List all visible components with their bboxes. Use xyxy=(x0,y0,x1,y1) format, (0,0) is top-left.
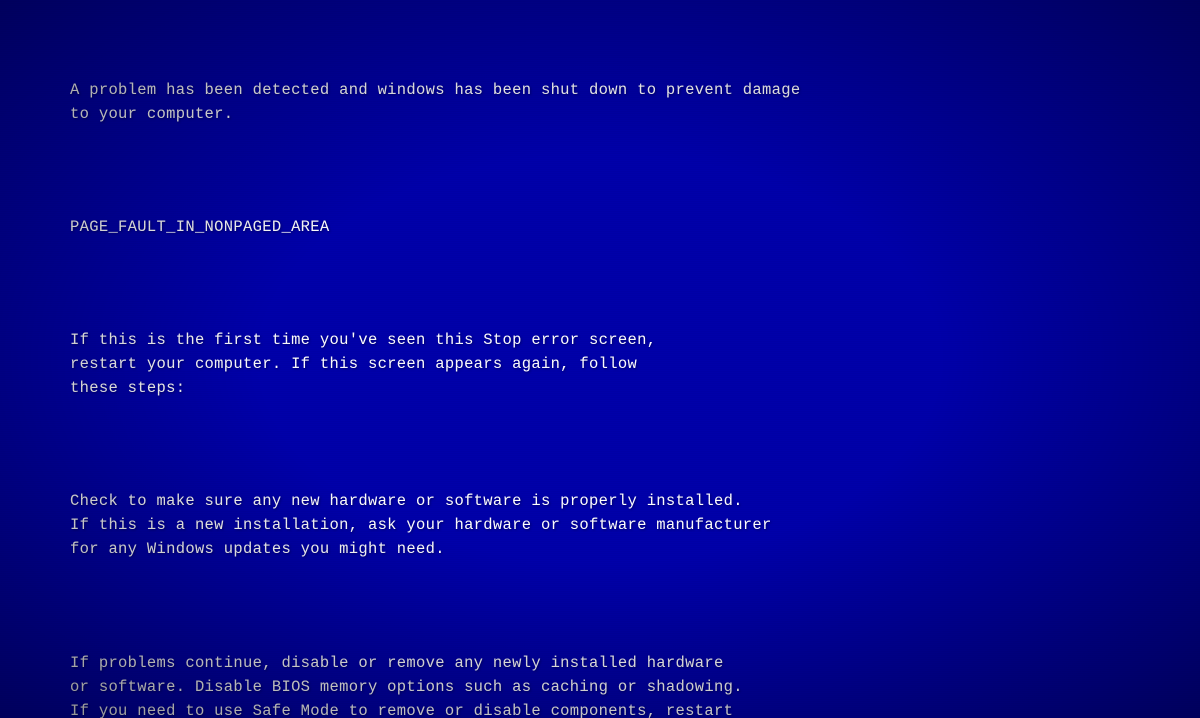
line1: A problem has been detected and windows … xyxy=(70,81,800,99)
para1: If this is the first time you've seen th… xyxy=(70,328,1150,400)
para2: Check to make sure any new hardware or s… xyxy=(70,489,1150,561)
bsod-content: A problem has been detected and windows … xyxy=(70,30,1150,718)
para3-line2: or software. Disable BIOS memory options… xyxy=(70,678,743,696)
para3-line3: If you need to use Safe Mode to remove o… xyxy=(70,702,733,718)
para1-line1: If this is the first time you've seen th… xyxy=(70,331,656,349)
para2-line2: If this is a new installation, ask your … xyxy=(70,516,772,534)
para3-line1: If problems continue, disable or remove … xyxy=(70,654,724,672)
para2-line3: for any Windows updates you might need. xyxy=(70,540,445,558)
para1-line2: restart your computer. If this screen ap… xyxy=(70,355,637,373)
para2-line1: Check to make sure any new hardware or s… xyxy=(70,492,743,510)
header-block: A problem has been detected and windows … xyxy=(70,78,1150,126)
line2: to your computer. xyxy=(70,105,233,123)
error-code: PAGE_FAULT_IN_NONPAGED_AREA xyxy=(70,215,1150,239)
bsod-screen: A problem has been detected and windows … xyxy=(0,0,1200,718)
para3: If problems continue, disable or remove … xyxy=(70,651,1150,718)
para1-line3: these steps: xyxy=(70,379,185,397)
